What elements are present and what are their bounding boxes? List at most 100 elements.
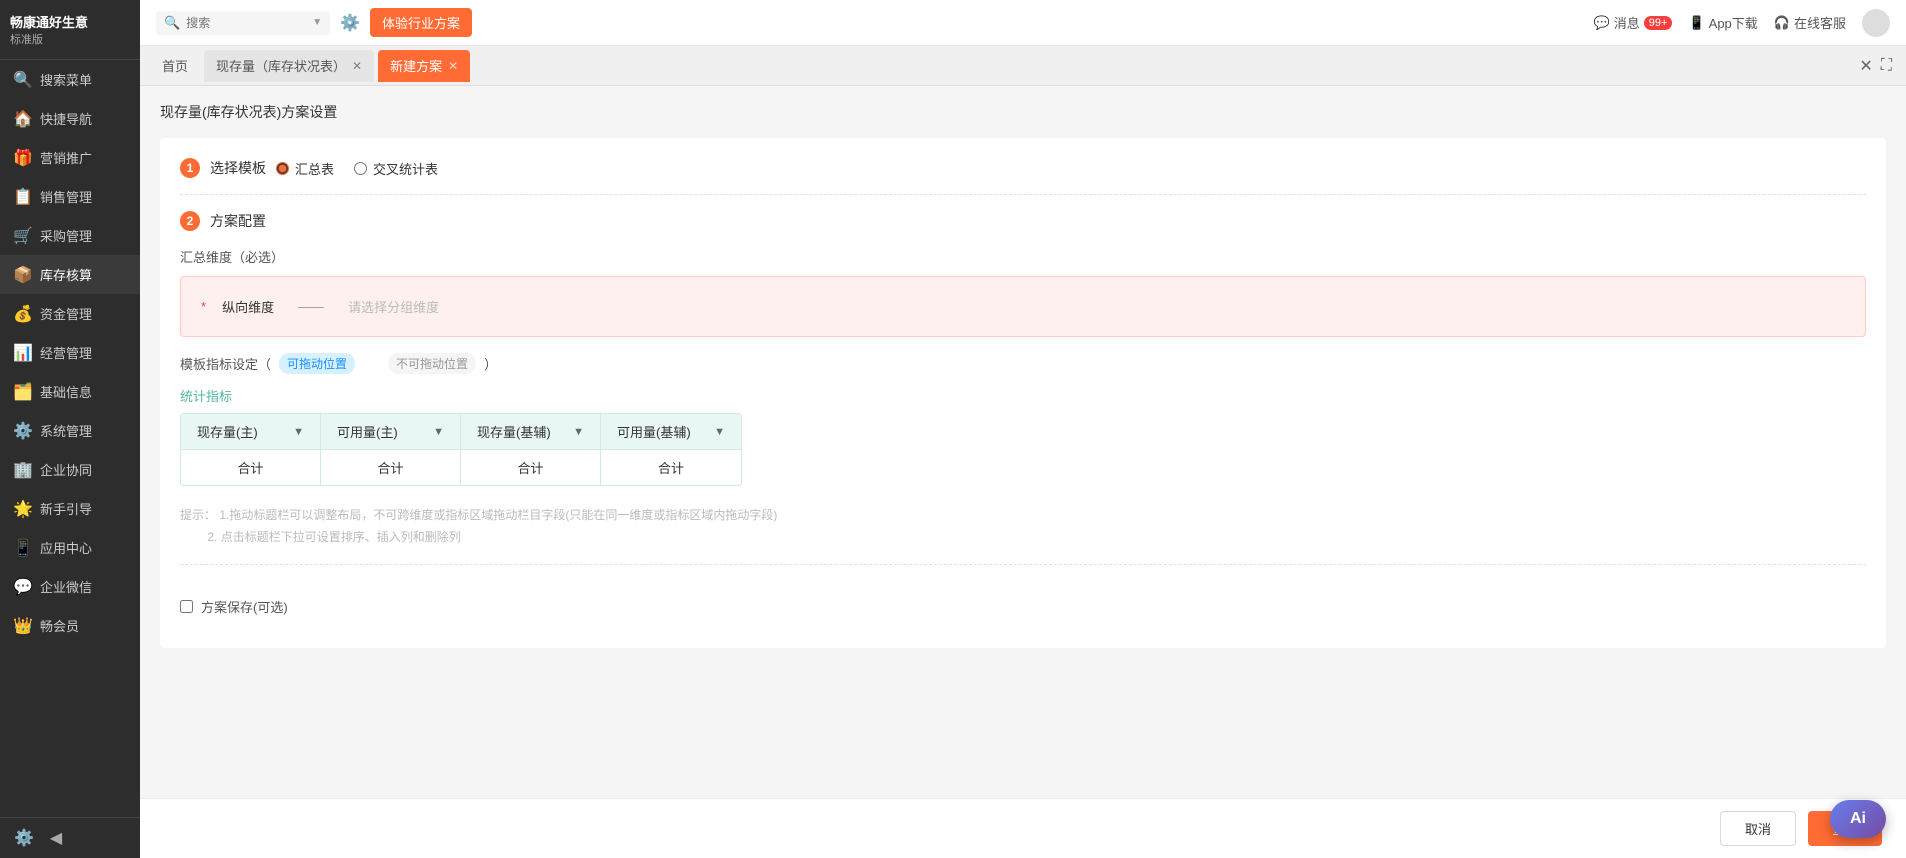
headset-icon: 🎧 — [1774, 15, 1790, 31]
chevron-down-icon-3: ▼ — [573, 426, 584, 438]
newbie-icon: 🌟 — [14, 500, 32, 518]
settings-card: 1 选择模板 汇总表 交叉统计表 2 方案配置 — [160, 138, 1886, 648]
app-center-icon: 📱 — [14, 539, 32, 557]
app-icon: 📱 — [1688, 15, 1704, 31]
sidebar-item-label: 搜索菜单 — [40, 70, 92, 89]
dimension-box[interactable]: * 纵向维度 —— 请选择分组维度 — [180, 276, 1866, 337]
step1-header: 1 选择模板 汇总表 交叉统计表 — [180, 158, 1866, 178]
message-btn[interactable]: 💬 消息 99+ — [1594, 13, 1673, 32]
step2-header: 2 方案配置 — [180, 211, 1866, 231]
sidebar-item-operations[interactable]: 📊 经营管理 — [0, 333, 140, 372]
sidebar-item-company[interactable]: 🏢 企业协同 — [0, 450, 140, 489]
indicator-settings: 模板指标设定（ 可拖动位置 不可拖动位置 ） 统计指标 现存量(主) ▼ 可 — [180, 353, 1866, 489]
cancel-button[interactable]: 取消 — [1720, 811, 1796, 846]
col-header-3[interactable]: 现存量(基辅) ▼ — [461, 414, 601, 449]
tab-inventory-status[interactable]: 现存量（库存状况表） ✕ — [204, 50, 374, 82]
step2-label: 方案配置 — [210, 211, 266, 231]
sidebar-item-purchase[interactable]: 🛒 采购管理 — [0, 216, 140, 255]
col-header-1-label: 现存量(主) — [197, 422, 258, 441]
stats-section-title: 统计指标 — [180, 386, 1866, 405]
sidebar-item-sales[interactable]: 📋 销售管理 — [0, 177, 140, 216]
radio-summary-input[interactable] — [276, 162, 289, 175]
sidebar-item-app-center[interactable]: 📱 应用中心 — [0, 528, 140, 567]
step2-num: 2 — [180, 211, 200, 231]
service-btn[interactable]: 🎧 在线客服 — [1774, 13, 1846, 32]
tab-new-plan[interactable]: 新建方案 ✕ — [378, 50, 470, 82]
sidebar-item-label: 应用中心 — [40, 538, 92, 557]
collapse-icon[interactable]: ◀ — [50, 828, 62, 848]
search-input[interactable] — [186, 16, 306, 30]
step-divider — [180, 194, 1866, 195]
col-body-4: 合计 — [601, 449, 741, 485]
page-title: 现存量(库存状况表)方案设置 — [160, 102, 1886, 122]
save-checkbox[interactable] — [180, 600, 193, 613]
sidebar-item-quick-nav[interactable]: 🏠 快捷导航 — [0, 99, 140, 138]
tab-home[interactable]: 首页 — [150, 50, 200, 82]
col-header-4-label: 可用量(基辅) — [617, 422, 691, 441]
sidebar-item-label: 采购管理 — [40, 226, 92, 245]
col-header-4[interactable]: 可用量(基辅) ▼ — [601, 414, 741, 449]
app-logo: 畅康通好生意 标准版 — [0, 0, 140, 60]
dimension-section-label: 汇总维度（必选） — [180, 247, 1866, 266]
tabbar: 首页 现存量（库存状况表） ✕ 新建方案 ✕ ✕ ⛶ — [140, 46, 1906, 86]
sidebar-footer: ⚙️ ◀ — [0, 817, 140, 858]
sidebar-item-weixin[interactable]: 💬 企业微信 — [0, 567, 140, 606]
draggable-tag: 可拖动位置 — [279, 353, 355, 374]
save-label: 方案保存(可选) — [201, 597, 288, 616]
col-header-2-label: 可用量(主) — [337, 422, 398, 441]
settings-icon[interactable]: ⚙️ — [14, 828, 34, 848]
finance-icon: 💰 — [14, 305, 32, 323]
trial-button[interactable]: 体验行业方案 — [370, 8, 472, 37]
sidebar-item-marketing[interactable]: 🎁 营销推广 — [0, 138, 140, 177]
sidebar-item-label: 基础信息 — [40, 382, 92, 401]
sidebar-nav: 🔍 搜索菜单 🏠 快捷导航 🎁 营销推广 📋 销售管理 🛒 采购管理 📦 库存核… — [0, 60, 140, 817]
save-bar: 方案保存(可选) — [180, 585, 1866, 628]
non-draggable-tag: 不可拖动位置 — [388, 353, 476, 374]
sidebar-item-system[interactable]: ⚙️ 系统管理 — [0, 411, 140, 450]
expand-window-btn[interactable]: ⛶ — [1881, 57, 1892, 75]
weixin-icon: 💬 — [14, 578, 32, 596]
radio-cross[interactable]: 交叉统计表 — [354, 159, 438, 178]
step1-label: 选择模板 — [210, 158, 266, 178]
sidebar-item-newbie[interactable]: 🌟 新手引导 — [0, 489, 140, 528]
radio-summary[interactable]: 汇总表 — [276, 159, 334, 178]
topbar-gear-icon[interactable]: ⚙️ — [340, 13, 360, 33]
search-bar[interactable]: 🔍 ▼ — [156, 11, 330, 35]
basic-info-icon: 🗂️ — [14, 383, 32, 401]
sidebar-item-basic-info[interactable]: 🗂️ 基础信息 — [0, 372, 140, 411]
topbar-right: 💬 消息 99+ 📱 App下载 🎧 在线客服 — [1594, 9, 1890, 37]
sidebar-item-label: 资金管理 — [40, 304, 92, 323]
indicator-separator — [365, 354, 378, 373]
stats-table-header: 现存量(主) ▼ 可用量(主) ▼ 现存量(基辅) ▼ 可用量(基辅) — [181, 414, 741, 449]
inventory-icon: 📦 — [14, 266, 32, 284]
purchase-icon: 🛒 — [14, 227, 32, 245]
dimension-placeholder: 请选择分组维度 — [348, 297, 439, 316]
tab-inventory-close[interactable]: ✕ — [352, 59, 362, 73]
chevron-down-icon-4: ▼ — [714, 426, 725, 438]
col-header-2[interactable]: 可用量(主) ▼ — [321, 414, 461, 449]
marketing-icon: 🎁 — [14, 149, 32, 167]
col-header-1[interactable]: 现存量(主) ▼ — [181, 414, 321, 449]
sidebar-item-search-menu[interactable]: 🔍 搜索菜单 — [0, 60, 140, 99]
user-avatar[interactable] — [1862, 9, 1890, 37]
sidebar-item-member[interactable]: 👑 畅会员 — [0, 606, 140, 645]
chevron-down-icon-2: ▼ — [433, 426, 444, 438]
radio-cross-input[interactable] — [354, 162, 367, 175]
sidebar-item-inventory[interactable]: 📦 库存核算 — [0, 255, 140, 294]
sidebar-item-label: 快捷导航 — [40, 109, 92, 128]
save-divider — [180, 564, 1866, 565]
sidebar-item-finance[interactable]: 💰 资金管理 — [0, 294, 140, 333]
app-download-btn[interactable]: 📱 App下载 — [1688, 13, 1757, 32]
tab-home-label: 首页 — [162, 56, 188, 75]
tab-new-plan-label: 新建方案 — [390, 56, 442, 75]
sidebar-item-label: 经营管理 — [40, 343, 92, 362]
tab-new-plan-close[interactable]: ✕ — [448, 59, 458, 73]
radio-summary-label: 汇总表 — [295, 159, 334, 178]
window-controls: ✕ ⛶ — [1859, 56, 1896, 76]
ai-bubble[interactable]: Ai — [1830, 800, 1886, 838]
col-body-1: 合计 — [181, 449, 321, 485]
search-icon: 🔍 — [164, 15, 180, 31]
close-window-btn[interactable]: ✕ — [1859, 56, 1872, 76]
search-menu-icon: 🔍 — [14, 71, 32, 89]
chevron-down-icon-1: ▼ — [293, 426, 304, 438]
